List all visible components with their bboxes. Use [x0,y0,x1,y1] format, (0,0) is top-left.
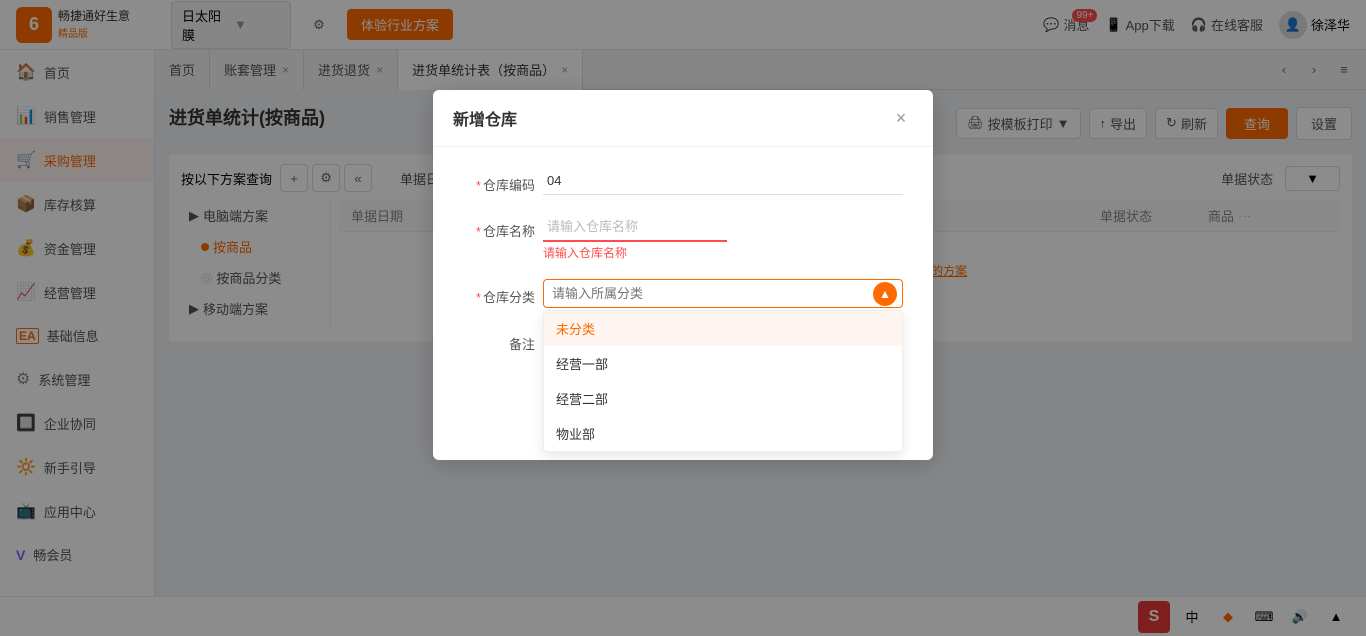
notes-label: 备注 [463,326,543,353]
form-row-name: 仓库名称 请输入仓库名称 [463,213,903,261]
modal-header: 新增仓库 × [433,90,933,147]
dropdown-item-dept2[interactable]: 经营二部 [544,381,902,416]
category-input-wrap: ▲ 未分类 经营一部 经营二部 物业部 [543,279,903,308]
dropdown-item-unclassified[interactable]: 未分类 [544,311,902,346]
name-error-msg: 请输入仓库名称 [543,244,727,261]
new-warehouse-modal: 新增仓库 × 仓库编码 仓库名称 请输入仓库名称 [433,90,933,460]
category-label: 仓库分类 [463,279,543,306]
code-input[interactable] [543,167,903,195]
modal-body: 仓库编码 仓库名称 请输入仓库名称 仓库分类 ▲ [433,147,933,392]
modal-title: 新增仓库 [453,106,517,130]
category-dropdown: 未分类 经营一部 经营二部 物业部 [543,310,903,452]
form-row-category: 仓库分类 ▲ 未分类 经营一部 经营二部 物业部 [463,279,903,308]
code-label: 仓库编码 [463,167,543,194]
dropdown-item-dept1[interactable]: 经营一部 [544,346,902,381]
modal-overlay: 新增仓库 × 仓库编码 仓库名称 请输入仓库名称 [0,0,1366,636]
name-label: 仓库名称 [463,213,543,240]
category-toggle-icon[interactable]: ▲ [873,282,897,306]
name-input[interactable] [543,213,727,242]
category-input[interactable] [543,279,903,308]
form-row-code: 仓库编码 [463,167,903,195]
modal-close-button[interactable]: × [889,106,913,130]
dropdown-item-dept3[interactable]: 物业部 [544,416,902,451]
